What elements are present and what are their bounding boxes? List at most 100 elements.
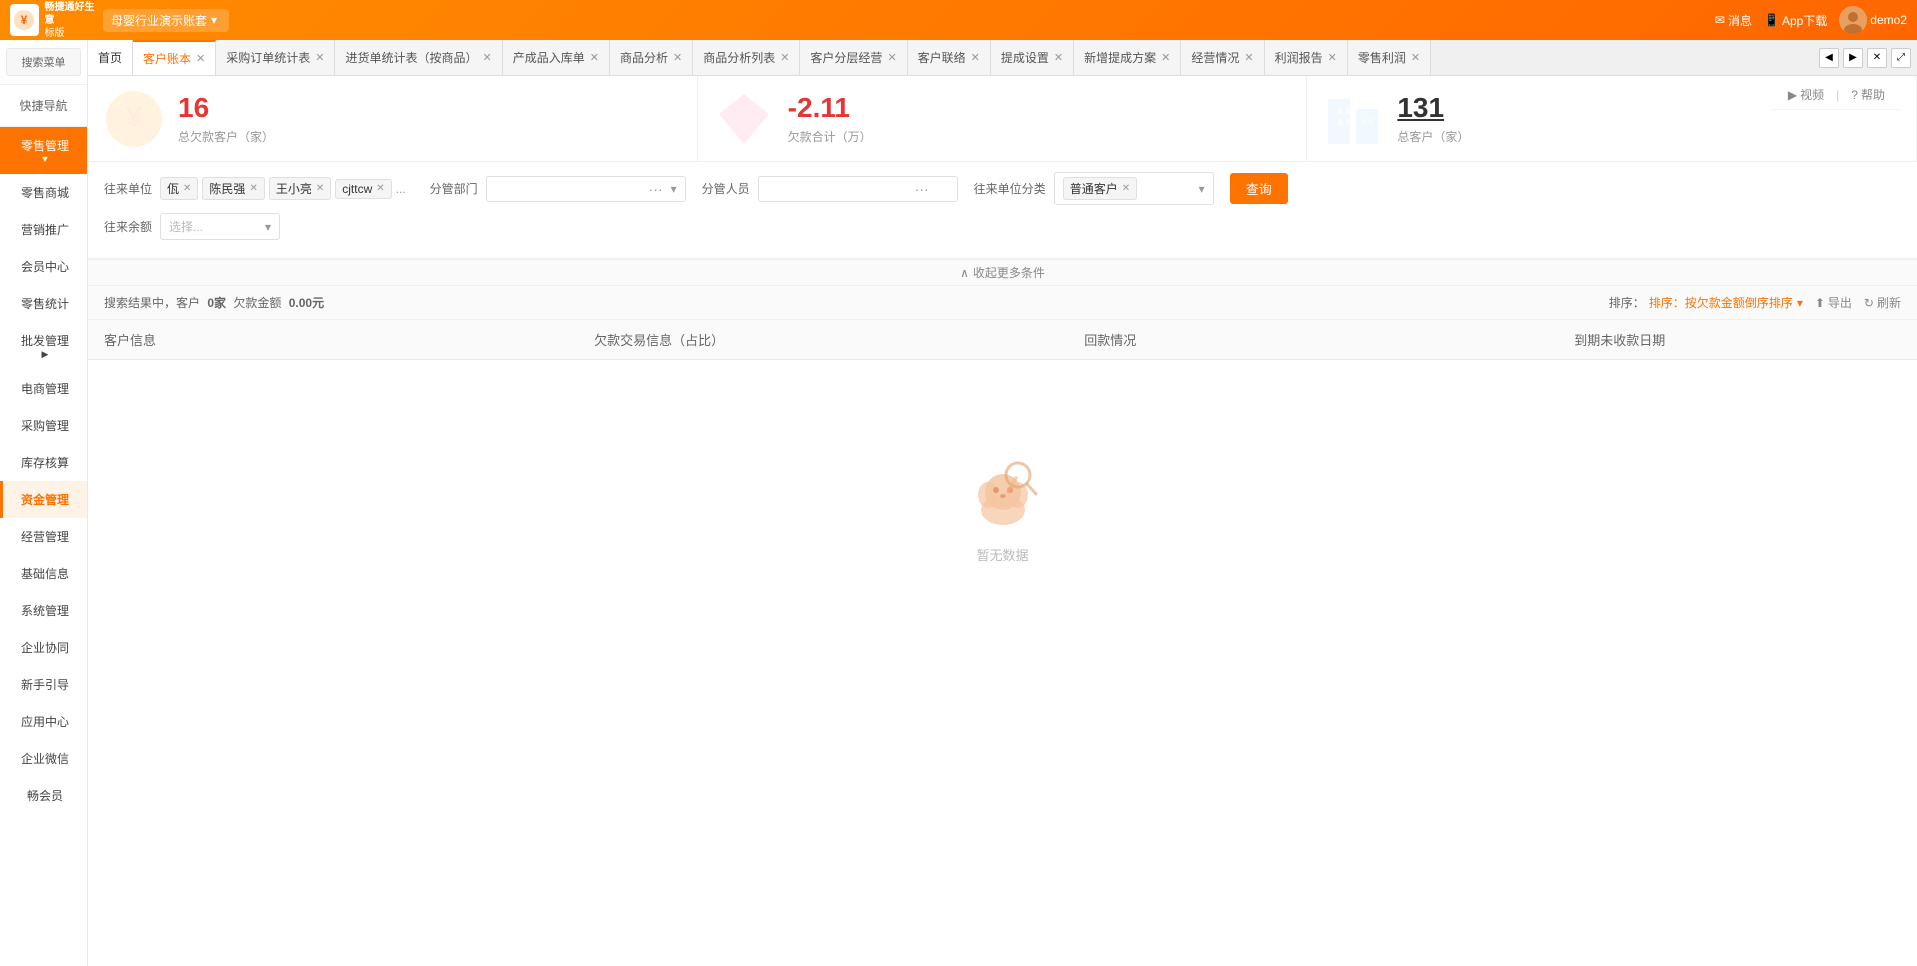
- tab-close-commission[interactable]: ✕: [1054, 51, 1063, 64]
- refresh-button[interactable]: ↻ 刷新: [1864, 294, 1901, 311]
- sidebar-item-system[interactable]: 系统管理: [0, 592, 87, 629]
- debit-customers-label: 总欠款客户（家）: [178, 128, 274, 145]
- sidebar-item-basic-info[interactable]: 基础信息: [0, 555, 87, 592]
- tab-close-product-analysis[interactable]: ✕: [673, 51, 682, 64]
- tab-close-add-commission[interactable]: ✕: [1161, 51, 1170, 64]
- sort-selector[interactable]: 排序： 排序：按欠款金额倒序排序 ▾: [1609, 294, 1803, 311]
- unit-tag-2[interactable]: 王小亮 ✕: [269, 177, 331, 200]
- tab-close-all-button[interactable]: ✕: [1867, 48, 1887, 68]
- unit-tag-3-remove[interactable]: ✕: [376, 183, 384, 194]
- sidebar-item-chang-member[interactable]: 畅会员: [0, 777, 87, 814]
- balance-select-placeholder: 选择...: [169, 218, 203, 235]
- col-customer-info: 客户信息: [104, 330, 594, 349]
- tab-add-commission[interactable]: 新增提成方案 ✕: [1074, 40, 1181, 76]
- dept-filter-select[interactable]: ··· ▾: [486, 176, 686, 202]
- sidebar-item-finance[interactable]: 资金管理: [0, 481, 87, 518]
- tab-next-button[interactable]: ▶: [1843, 48, 1863, 68]
- sidebar-item-retail-management[interactable]: 零售管理 ▼: [0, 127, 87, 174]
- tab-bar: 首页 客户账本 ✕ 采购订单统计表 ✕ 进货单统计表（按商品） ✕ 产成品入库单…: [88, 40, 1917, 76]
- unit-category-select[interactable]: 普通客户 ✕ ▾: [1054, 172, 1214, 205]
- tab-product-inbound[interactable]: 产成品入库单 ✕: [503, 40, 610, 76]
- category-select-arrow: ▾: [1199, 182, 1205, 196]
- message-button[interactable]: ✉ 消息: [1715, 12, 1752, 29]
- tab-close-profit[interactable]: ✕: [1328, 51, 1337, 64]
- unit-category-label: 往来单位分类: [974, 180, 1046, 197]
- sidebar-item-enterprise-wechat[interactable]: 企业微信: [0, 740, 87, 777]
- tab-close-customer-contact[interactable]: ✕: [971, 51, 980, 64]
- sidebar-item-marketing[interactable]: 营销推广: [0, 211, 87, 248]
- tab-purchase-order-stats[interactable]: 采购订单统计表 ✕: [216, 40, 335, 76]
- tab-prev-button[interactable]: ◀: [1819, 48, 1839, 68]
- arrow-icon: ▶: [3, 349, 87, 360]
- quick-nav-item[interactable]: 快捷导航: [0, 89, 87, 122]
- tab-business-situation[interactable]: 经营情况 ✕: [1181, 40, 1264, 76]
- page-content: ¥ 16 总欠款客户（家） -2.11: [88, 76, 1917, 966]
- sidebar-item-operations[interactable]: 经营管理: [0, 518, 87, 555]
- page-top-actions: ▶ 视频 | ? 帮助: [1772, 80, 1901, 110]
- filter-more-button[interactable]: ...: [396, 182, 406, 196]
- debt-total-value: -2.11: [788, 92, 872, 124]
- tab-product-analysis[interactable]: 商品分析 ✕: [610, 40, 693, 76]
- unit-tag-0-remove[interactable]: ✕: [183, 183, 191, 194]
- category-tag-remove[interactable]: ✕: [1122, 183, 1130, 194]
- tab-profit-report[interactable]: 利润报告 ✕: [1265, 40, 1348, 76]
- tab-close-customer-ledger[interactable]: ✕: [196, 52, 205, 65]
- tab-close-purchase-order[interactable]: ✕: [315, 51, 324, 64]
- unit-tag-1-remove[interactable]: ✕: [249, 183, 257, 194]
- col-debt-info: 欠款交易信息（占比）: [594, 330, 1084, 349]
- sidebar-item-retail-mall[interactable]: 零售商城: [0, 174, 87, 211]
- tab-inbound-stats[interactable]: 进货单统计表（按商品） ✕: [335, 40, 502, 76]
- export-button[interactable]: ⬆ 导出: [1815, 294, 1852, 311]
- dept-select-arrow: ▾: [671, 182, 677, 196]
- sidebar-item-enterprise-collab[interactable]: 企业协同: [0, 629, 87, 666]
- search-menu-button[interactable]: 搜索菜单: [6, 48, 81, 76]
- video-icon: ▶: [1788, 88, 1797, 102]
- tab-expand-button[interactable]: ⤢: [1891, 48, 1911, 68]
- tab-close-product-inbound[interactable]: ✕: [590, 51, 599, 64]
- sidebar-item-retail-stats[interactable]: 零售统计: [0, 285, 87, 322]
- unit-tag-1[interactable]: 陈民强 ✕: [202, 177, 264, 200]
- query-button[interactable]: 查询: [1230, 173, 1288, 204]
- video-link[interactable]: ▶ 视频: [1788, 86, 1824, 103]
- category-tag-0[interactable]: 普通客户 ✕: [1063, 177, 1137, 200]
- person-filter-input[interactable]: ···: [758, 176, 958, 202]
- app-download-button[interactable]: 📱 App下载: [1764, 12, 1827, 29]
- empty-illustration: [958, 440, 1048, 533]
- logo: ¥ 畅捷通好生意 标版: [10, 1, 98, 40]
- tab-retail-profit[interactable]: 零售利润 ✕: [1348, 40, 1431, 76]
- user-avatar[interactable]: demo2: [1839, 6, 1907, 34]
- workspace-selector[interactable]: 母婴行业演示账套 ▾: [103, 9, 229, 32]
- sidebar-item-member-center[interactable]: 会员中心: [0, 248, 87, 285]
- tab-customer-ledger[interactable]: 客户账本 ✕: [133, 40, 216, 76]
- sidebar-item-guide[interactable]: 新手引导: [0, 666, 87, 703]
- workspace-arrow: ▾: [211, 13, 217, 27]
- tab-commission-setting[interactable]: 提成设置 ✕: [991, 40, 1074, 76]
- tab-customer-layer[interactable]: 客户分层经营 ✕: [800, 40, 907, 76]
- sidebar-item-wholesale[interactable]: 批发管理 ▶: [0, 322, 87, 370]
- person-filter-label: 分管人员: [702, 180, 750, 197]
- unit-tag-2-remove[interactable]: ✕: [316, 183, 324, 194]
- tab-list: 首页 客户账本 ✕ 采购订单统计表 ✕ 进货单统计表（按商品） ✕ 产成品入库单…: [88, 40, 1813, 76]
- tab-product-analysis-list[interactable]: 商品分析列表 ✕: [693, 40, 800, 76]
- tab-close-customer-layer[interactable]: ✕: [887, 51, 896, 64]
- unit-tag-0[interactable]: 佤 ✕: [160, 177, 198, 200]
- sidebar-item-ecommerce[interactable]: 电商管理: [0, 370, 87, 407]
- tab-close-product-list[interactable]: ✕: [780, 51, 789, 64]
- filter-row-1: 往来单位 佤 ✕ 陈民强 ✕ 王小亮 ✕: [104, 172, 1901, 205]
- collapse-toggle[interactable]: ∧ 收起更多条件: [88, 259, 1917, 286]
- sidebar-item-app-center[interactable]: 应用中心: [0, 703, 87, 740]
- sidebar-menu: 零售管理 ▼ 零售商城 营销推广 会员中心 零售统计 批发管理 ▶ 电商管理 采…: [0, 127, 87, 966]
- help-link[interactable]: ? 帮助: [1851, 86, 1885, 103]
- empty-text: 暂无数据: [976, 545, 1028, 564]
- top-actions: ✉ 消息 📱 App下载 demo2: [1715, 6, 1907, 34]
- sidebar-item-inventory[interactable]: 库存核算: [0, 444, 87, 481]
- tab-customer-contact[interactable]: 客户联络 ✕: [908, 40, 991, 76]
- unit-tag-3[interactable]: cjttcw ✕: [335, 179, 391, 199]
- tab-home[interactable]: 首页: [88, 40, 133, 76]
- balance-filter-select[interactable]: 选择... ▾: [160, 213, 280, 240]
- tab-close-retail-profit[interactable]: ✕: [1411, 51, 1420, 64]
- sidebar-item-purchase[interactable]: 采购管理: [0, 407, 87, 444]
- tab-close-inbound[interactable]: ✕: [483, 51, 492, 64]
- search-result-info: 搜索结果中，客户 0家 欠款金额 0.00元 排序： 排序：按欠款金额倒序排序 …: [88, 286, 1917, 320]
- tab-close-business[interactable]: ✕: [1244, 51, 1253, 64]
